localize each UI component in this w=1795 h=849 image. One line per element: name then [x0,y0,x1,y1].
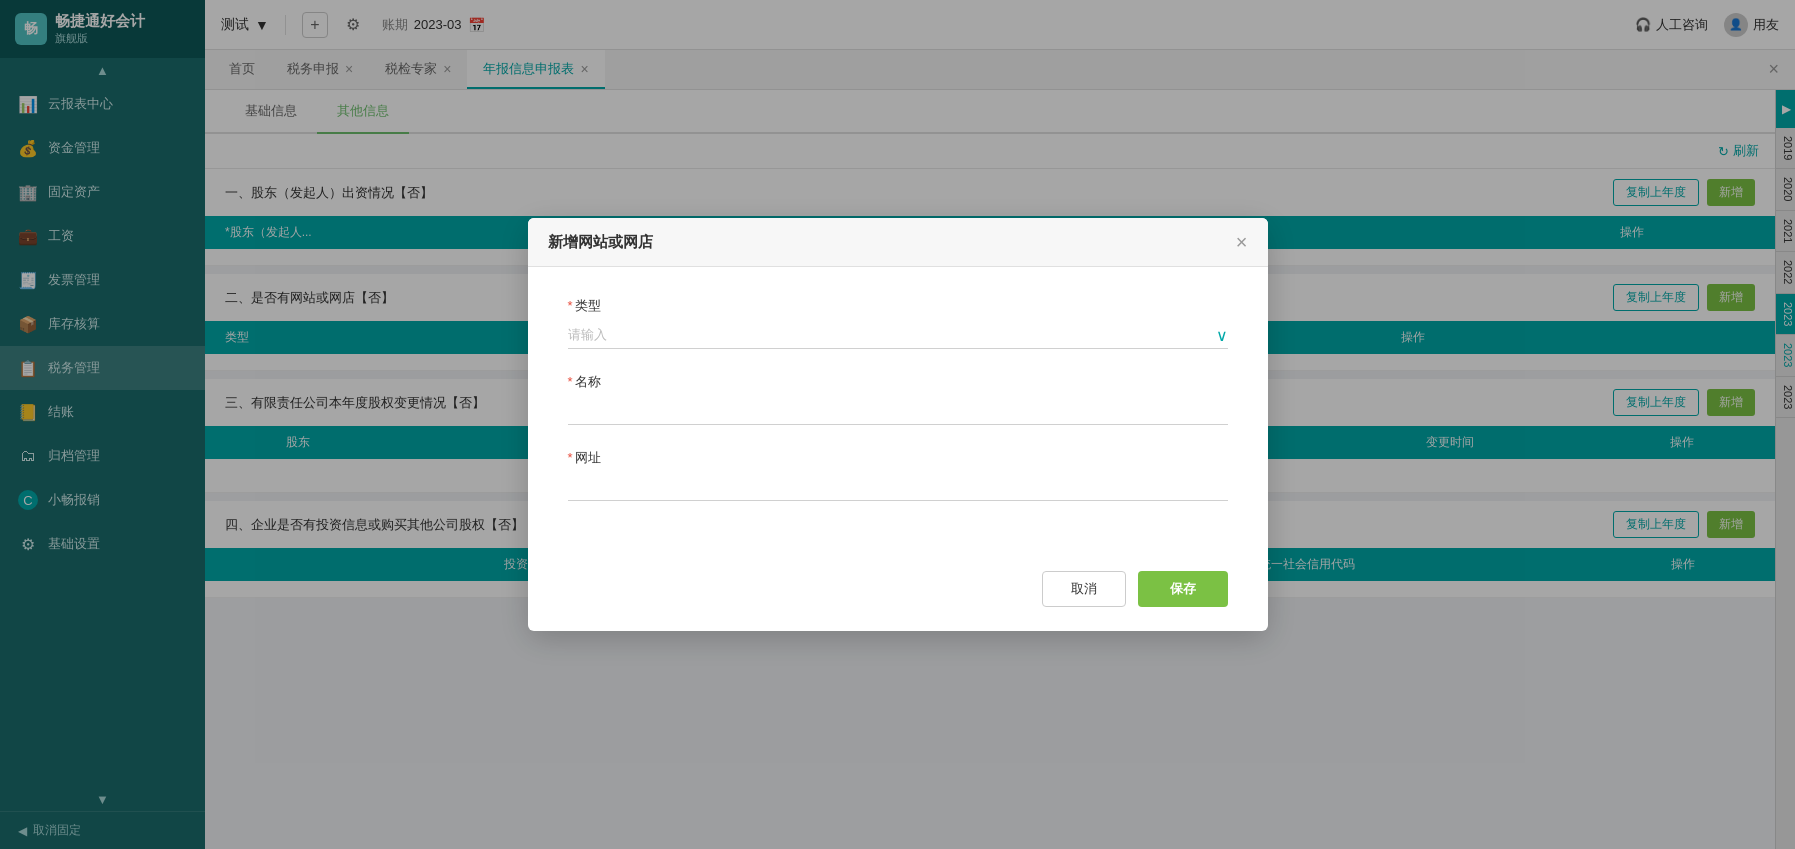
url-input[interactable] [568,473,1228,501]
type-input[interactable] [568,321,1228,349]
name-label: *名称 [568,373,1228,391]
type-select-wrap: ∨ [568,321,1228,349]
modal-add-website: 新增网站或网店 × *类型 ∨ *名称 [528,218,1268,631]
modal-title: 新增网站或网店 [548,233,653,252]
form-row-url: *网址 [568,449,1228,501]
modal-close-button[interactable]: × [1236,232,1248,252]
cancel-button[interactable]: 取消 [1042,571,1126,607]
url-label: *网址 [568,449,1228,467]
required-star: * [568,298,573,313]
save-button[interactable]: 保存 [1138,571,1228,607]
modal-overlay: 新增网站或网店 × *类型 ∨ *名称 [0,0,1795,849]
modal-footer: 取消 保存 [528,555,1268,631]
modal-header: 新增网站或网店 × [528,218,1268,267]
required-star-name: * [568,374,573,389]
type-label: *类型 [568,297,1228,315]
form-row-name: *名称 [568,373,1228,425]
modal-body: *类型 ∨ *名称 *网址 [528,267,1268,555]
required-star-url: * [568,450,573,465]
form-row-type: *类型 ∨ [568,297,1228,349]
name-input[interactable] [568,397,1228,425]
